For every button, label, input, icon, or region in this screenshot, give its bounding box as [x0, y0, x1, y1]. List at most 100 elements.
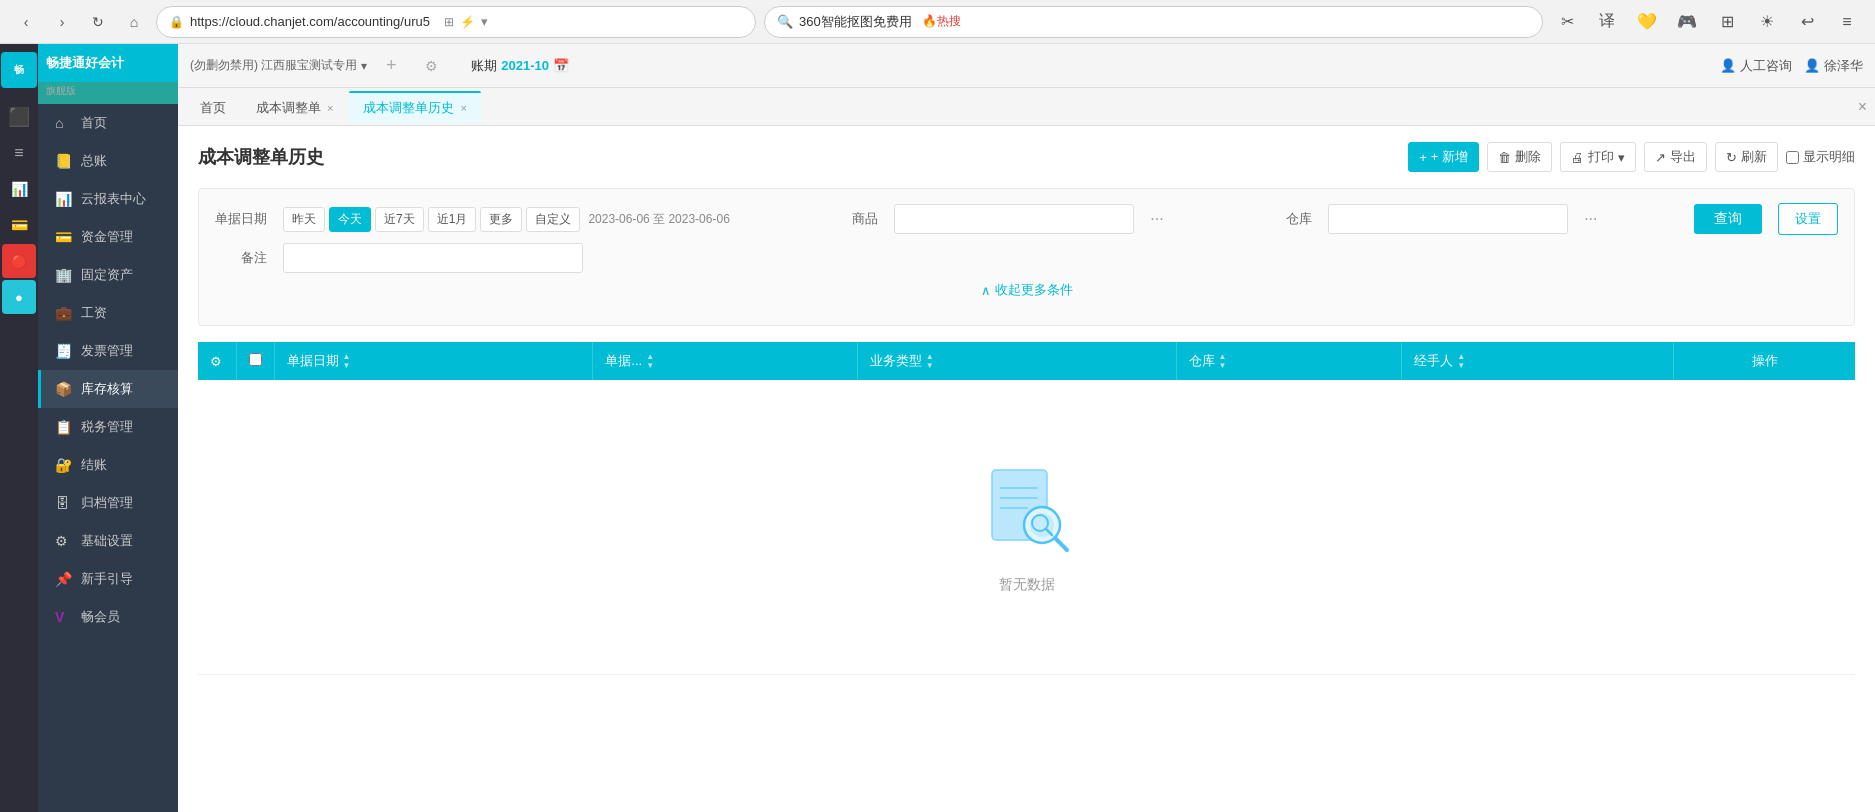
icon-sidebar-logo[interactable]: 畅	[1, 52, 37, 88]
delete-btn[interactable]: 🗑 删除	[1487, 142, 1552, 172]
reload-button[interactable]: ↻	[84, 8, 112, 36]
user-name: 徐泽华	[1824, 57, 1863, 75]
brightness-btn[interactable]: ☀	[1751, 6, 1783, 38]
home-button[interactable]: ⌂	[120, 8, 148, 36]
user-btn[interactable]: 👤 徐泽华	[1804, 57, 1863, 75]
warehouse-filter-dots[interactable]: ···	[1584, 210, 1597, 228]
search-bar[interactable]: 🔍 360智能抠图免费用 🔥热搜	[764, 6, 1543, 38]
url-bar[interactable]: 🔒 https://cloud.chanjet.com/accounting/u…	[156, 6, 756, 38]
forward-button[interactable]: ›	[48, 8, 76, 36]
col-biz-type-header[interactable]: 业务类型 ▲ ▼	[857, 342, 1176, 380]
scissors-btn[interactable]: ✂	[1551, 6, 1583, 38]
icon-sidebar-item-2[interactable]: ≡	[2, 136, 36, 170]
sidebar-item-funds[interactable]: 💳 资金管理	[38, 218, 178, 256]
col-doc-no-header[interactable]: 单据... ▲ ▼	[593, 342, 857, 380]
refresh-label: 刷新	[1741, 148, 1767, 166]
warehouse-filter-label: 仓库	[1260, 210, 1312, 228]
sidebar-item-reports[interactable]: 📊 云报表中心	[38, 180, 178, 218]
icon-sidebar-item-6[interactable]: ●	[2, 280, 36, 314]
tab-cost-adjust-history[interactable]: 成本调整单历史 ×	[349, 91, 480, 123]
date-btn-yesterday[interactable]: 昨天	[283, 207, 325, 232]
sidebar-item-home[interactable]: ⌂ 首页	[38, 104, 178, 142]
sidebar-item-closing[interactable]: 🔐 结账	[38, 446, 178, 484]
sort-up-icon: ▲	[926, 352, 934, 361]
sidebar-item-label: 工资	[81, 304, 107, 322]
tab-home[interactable]: 首页	[186, 91, 240, 123]
sidebar-item-ledger[interactable]: 📒 总账	[38, 142, 178, 180]
remark-filter-input[interactable]	[283, 243, 583, 273]
date-btn-custom[interactable]: 自定义	[526, 207, 580, 232]
col-warehouse-header[interactable]: 仓库 ▲ ▼	[1176, 342, 1402, 380]
translate-btn[interactable]: 译	[1591, 6, 1623, 38]
period-label: 账期	[471, 57, 497, 75]
warehouse-filter-input[interactable]	[1328, 204, 1568, 234]
goods-filter-dots[interactable]: ···	[1150, 210, 1163, 228]
show-cols-input[interactable]	[1786, 151, 1799, 164]
inventory-icon: 📦	[55, 381, 73, 397]
reports-icon: 📊	[55, 191, 73, 207]
show-cols-checkbox[interactable]: 显示明细	[1786, 148, 1855, 166]
col-settings-header[interactable]: ⚙	[198, 342, 236, 380]
col-checkbox-header[interactable]	[236, 342, 274, 380]
goods-filter-input[interactable]	[894, 204, 1134, 234]
grid-btn[interactable]: ⊞	[1711, 6, 1743, 38]
sort-down-icon: ▼	[926, 361, 934, 370]
tab-cost-adjust[interactable]: 成本调整单 ×	[242, 91, 347, 123]
collapse-icon: ∧	[981, 283, 991, 298]
empty-state: 暂无数据	[198, 380, 1855, 674]
date-btn-1month[interactable]: 近1月	[428, 207, 477, 232]
tab-cost-adjust-history-close[interactable]: ×	[460, 102, 466, 114]
tab-cost-adjust-close[interactable]: ×	[327, 102, 333, 114]
wallet-btn[interactable]: 💛	[1631, 6, 1663, 38]
game-btn[interactable]: 🎮	[1671, 6, 1703, 38]
filter-settings-btn[interactable]: 设置	[1778, 203, 1838, 235]
icon-sidebar-item-3[interactable]: 📊	[2, 172, 36, 206]
help-btn[interactable]: 👤 人工咨询	[1720, 57, 1792, 75]
settings-cog-btn[interactable]: ⚙	[415, 50, 447, 82]
date-btn-more[interactable]: 更多	[480, 207, 522, 232]
col-handler-header[interactable]: 经手人 ▲ ▼	[1402, 342, 1674, 380]
data-table: ⚙ 单据日期 ▲ ▼	[198, 342, 1855, 675]
sidebar-item-archive[interactable]: 🗄 归档管理	[38, 484, 178, 522]
sidebar-item-member[interactable]: V 畅会员	[38, 598, 178, 636]
show-cols-label: 显示明细	[1803, 148, 1855, 166]
date-btn-today[interactable]: 今天	[329, 207, 371, 232]
close-all-tabs-btn[interactable]: ×	[1858, 98, 1867, 116]
add-btn[interactable]: + + 新增	[1408, 142, 1479, 172]
sidebar-item-guide[interactable]: 📌 新手引导	[38, 560, 178, 598]
query-btn[interactable]: 查询	[1694, 204, 1762, 234]
date-btn-7days[interactable]: 近7天	[375, 207, 424, 232]
icon-sidebar-item-5[interactable]: 🔴	[2, 244, 36, 278]
ledger-icon: 📒	[55, 153, 73, 169]
sidebar-item-label: 云报表中心	[81, 190, 146, 208]
select-all-checkbox[interactable]	[249, 353, 262, 366]
add-company-btn[interactable]: +	[375, 50, 407, 82]
sidebar-item-assets[interactable]: 🏢 固定资产	[38, 256, 178, 294]
back-button[interactable]: ‹	[12, 8, 40, 36]
calendar-icon[interactable]: 📅	[553, 58, 569, 73]
archive-icon: 🗄	[55, 495, 73, 511]
sidebar-item-invoice[interactable]: 🧾 发票管理	[38, 332, 178, 370]
assets-icon: 🏢	[55, 267, 73, 283]
refresh-btn[interactable]: ↻ 刷新	[1715, 142, 1778, 172]
collapse-btn[interactable]: ∧ 收起更多条件	[215, 281, 1838, 299]
menu-btn[interactable]: ≡	[1831, 6, 1863, 38]
add-label: + 新增	[1431, 148, 1468, 166]
icon-sidebar-item-4[interactable]: 💳	[2, 208, 36, 242]
sidebar-item-tax[interactable]: 📋 税务管理	[38, 408, 178, 446]
icon-sidebar-item-1[interactable]: ⬛	[2, 100, 36, 134]
print-icon: 🖨	[1571, 150, 1584, 165]
print-btn[interactable]: 🖨 打印 ▾	[1560, 142, 1636, 172]
sort-down-icon: ▼	[1457, 361, 1465, 370]
export-btn[interactable]: ↗ 导出	[1644, 142, 1707, 172]
sidebar-item-salary[interactable]: 💼 工资	[38, 294, 178, 332]
sidebar-item-settings[interactable]: ⚙ 基础设置	[38, 522, 178, 560]
period-info: 账期 2021-10 📅	[471, 57, 569, 75]
export-label: 导出	[1670, 148, 1696, 166]
undo-btn[interactable]: ↩	[1791, 6, 1823, 38]
col-doc-date-header[interactable]: 单据日期 ▲ ▼	[274, 342, 593, 380]
company-selector[interactable]: (勿删勿禁用) 江西服宝测试专用 ▾	[190, 57, 367, 74]
sidebar-item-inventory[interactable]: 📦 库存核算	[38, 370, 178, 408]
add-icon: +	[1419, 150, 1427, 165]
logo-text: 畅	[14, 63, 24, 77]
